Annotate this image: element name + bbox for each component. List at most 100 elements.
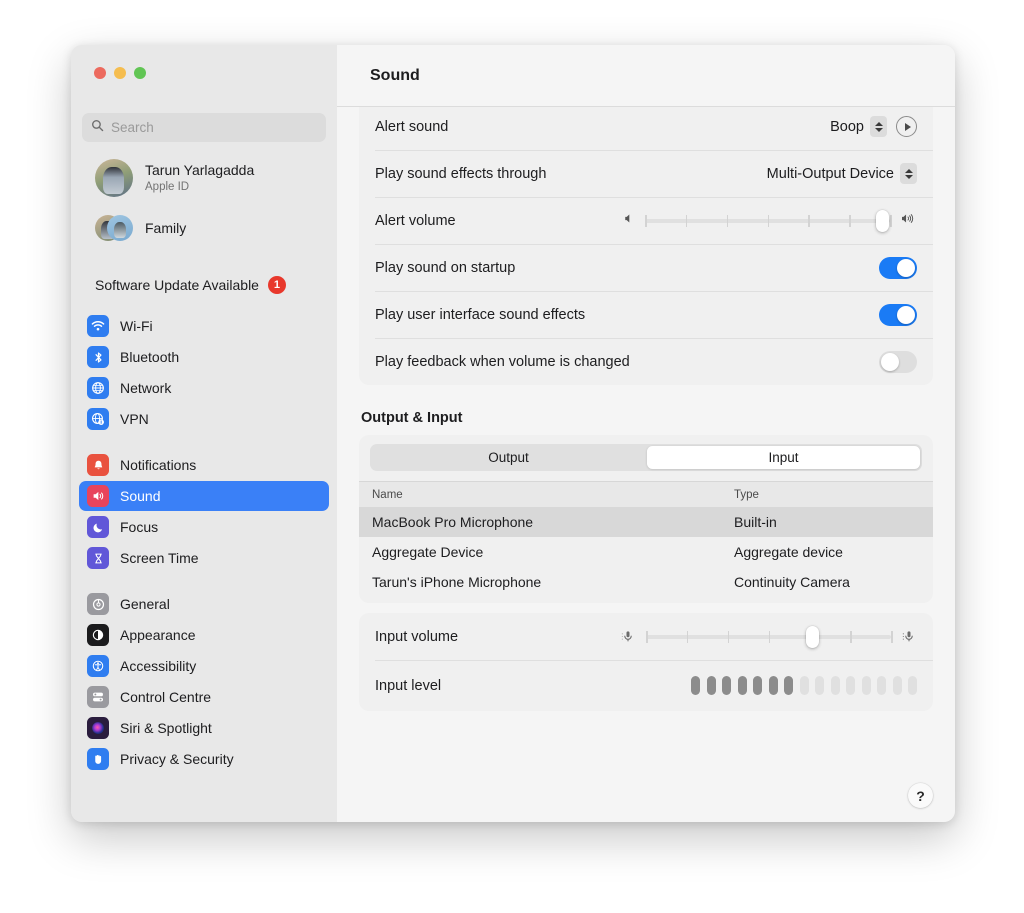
- sound-effects-card: Alert sound Boop Play sound effects thro…: [359, 107, 933, 385]
- slider-tick: [686, 630, 689, 643]
- toggle-label-startup: Play sound on startup: [375, 259, 516, 276]
- search-input[interactable]: [111, 120, 317, 135]
- sidebar-item-label: VPN: [120, 411, 149, 427]
- software-update-label: Software Update Available: [95, 277, 259, 293]
- bell-icon: [87, 454, 109, 476]
- sidebar-item-label: Screen Time: [120, 550, 199, 566]
- sidebar-item-general[interactable]: General: [79, 589, 329, 619]
- input-level-bar: [877, 676, 886, 695]
- row-play-feedback-volume: Play feedback when volume is changed: [359, 338, 933, 385]
- input-levels-card: Input volume Input level: [359, 613, 933, 711]
- slider-tick: [727, 630, 730, 643]
- device-name: Aggregate Device: [372, 544, 484, 560]
- sidebar-item-wifi[interactable]: Wi-Fi: [79, 311, 329, 341]
- input-level-bar: [846, 676, 855, 695]
- slider-tick: [768, 630, 770, 643]
- sidebar-item-screen-time[interactable]: Screen Time: [79, 543, 329, 573]
- input-level-bar: [753, 676, 762, 695]
- titlebar: Sound: [337, 45, 955, 107]
- sidebar-item-sound[interactable]: Sound: [79, 481, 329, 511]
- toggle-play-sound-on-startup[interactable]: [879, 256, 917, 279]
- toggle-play-feedback-volume-changed[interactable]: [879, 350, 917, 373]
- speaker-icon: [87, 485, 109, 507]
- table-row[interactable]: Tarun's iPhone Microphone Continuity Cam…: [359, 567, 933, 597]
- sidebar-item-control-centre[interactable]: Control Centre: [79, 682, 329, 712]
- alert-sound-popup[interactable]: Boop: [830, 116, 887, 137]
- row-alert-volume: Alert volume: [359, 197, 933, 244]
- toggle-label-ui-effects: Play user interface sound effects: [375, 306, 586, 323]
- sidebar-item-apple-id[interactable]: Tarun Yarlagadda Apple ID: [79, 153, 329, 203]
- close-button[interactable]: [94, 67, 106, 79]
- microphone-min-icon: [620, 629, 636, 644]
- sidebar-item-family[interactable]: Family: [79, 203, 329, 253]
- appearance-icon: [87, 624, 109, 646]
- chevron-updown-icon[interactable]: [870, 116, 887, 137]
- output-input-segmented-control[interactable]: Output Input: [370, 444, 922, 471]
- sidebar-item-privacy-security[interactable]: Privacy & Security: [79, 744, 329, 774]
- sidebar-item-vpn[interactable]: VPN: [79, 404, 329, 434]
- input-volume-label: Input volume: [375, 628, 459, 645]
- moon-icon: [87, 516, 109, 538]
- sidebar-item-bluetooth[interactable]: Bluetooth: [79, 342, 329, 372]
- tab-input[interactable]: Input: [647, 446, 920, 469]
- sidebar-item-focus[interactable]: Focus: [79, 512, 329, 542]
- sidebar-item-appearance[interactable]: Appearance: [79, 620, 329, 650]
- sidebar-group-system: Notifications Sound Focus Screen Time: [71, 450, 337, 573]
- input-level-bar: [768, 676, 778, 695]
- input-level-label: Input level: [375, 677, 442, 694]
- input-volume-slider[interactable]: [646, 625, 893, 648]
- sidebar-item-label: Accessibility: [120, 658, 197, 674]
- vpn-globe-icon: [87, 408, 109, 430]
- settings-scroll-area[interactable]: Alert sound Boop Play sound effects thro…: [337, 107, 955, 822]
- toggle-play-ui-sound-effects[interactable]: [879, 303, 917, 326]
- sidebar-group-network: Wi-Fi Bluetooth Network VPN: [71, 311, 337, 434]
- content-pane: Sound Alert sound Boop Play sound effect…: [337, 45, 955, 822]
- sidebar-group-general: General Appearance Accessibility Control…: [71, 589, 337, 774]
- sidebar-item-accessibility[interactable]: Accessibility: [79, 651, 329, 681]
- input-level-meter: [691, 676, 917, 695]
- alert-sound-value: Boop: [830, 118, 864, 135]
- hand-icon: [87, 748, 109, 770]
- account-name: Tarun Yarlagadda: [145, 162, 255, 179]
- slider-tick: [646, 630, 648, 643]
- row-play-sound-effects-through: Play sound effects through Multi-Output …: [359, 150, 933, 197]
- sidebar-item-siri-spotlight[interactable]: Siri & Spotlight: [79, 713, 329, 743]
- window-controls: [94, 67, 146, 79]
- sidebar: Tarun Yarlagadda Apple ID Family Softwar…: [71, 45, 337, 822]
- search-field[interactable]: [82, 113, 326, 142]
- output-input-card: Output Input Name Type MacBook Pro Micro…: [359, 435, 933, 603]
- input-level-bar: [722, 676, 731, 695]
- tab-output[interactable]: Output: [372, 446, 645, 469]
- sidebar-item-label: Privacy & Security: [120, 751, 234, 767]
- input-volume-control[interactable]: [620, 625, 917, 648]
- play-icon[interactable]: [896, 116, 917, 137]
- zoom-button[interactable]: [134, 67, 146, 79]
- sidebar-item-label: Network: [120, 380, 172, 396]
- system-settings-window: Tarun Yarlagadda Apple ID Family Softwar…: [71, 45, 955, 822]
- alert-volume-thumb[interactable]: [876, 209, 890, 232]
- sidebar-item-label: Appearance: [120, 627, 196, 643]
- input-volume-thumb[interactable]: [806, 625, 820, 648]
- hourglass-icon: [87, 547, 109, 569]
- sidebar-item-notifications[interactable]: Notifications: [79, 450, 329, 480]
- sidebar-item-network[interactable]: Network: [79, 373, 329, 403]
- sidebar-item-software-update[interactable]: Software Update Available 1: [79, 269, 329, 301]
- sidebar-divider: [71, 435, 337, 449]
- alert-volume-control[interactable]: [622, 209, 917, 232]
- play-through-popup[interactable]: Multi-Output Device: [767, 163, 917, 184]
- device-name: MacBook Pro Microphone: [372, 514, 534, 530]
- slider-tick: [726, 214, 729, 227]
- sidebar-item-label: Sound: [120, 488, 161, 504]
- microphone-max-icon: [901, 629, 917, 644]
- table-row[interactable]: Aggregate Device Aggregate device: [359, 537, 933, 567]
- chevron-updown-icon[interactable]: [900, 163, 917, 184]
- input-level-bar: [737, 676, 747, 695]
- table-row[interactable]: MacBook Pro Microphone Built-in: [359, 507, 933, 537]
- alert-volume-slider[interactable]: [645, 209, 892, 232]
- minimize-button[interactable]: [114, 67, 126, 79]
- play-through-value: Multi-Output Device: [766, 165, 894, 182]
- help-button[interactable]: ?: [908, 783, 933, 808]
- device-type: Continuity Camera: [734, 574, 850, 590]
- device-table-header: Name Type: [359, 481, 933, 507]
- speaker-min-icon: [622, 212, 635, 230]
